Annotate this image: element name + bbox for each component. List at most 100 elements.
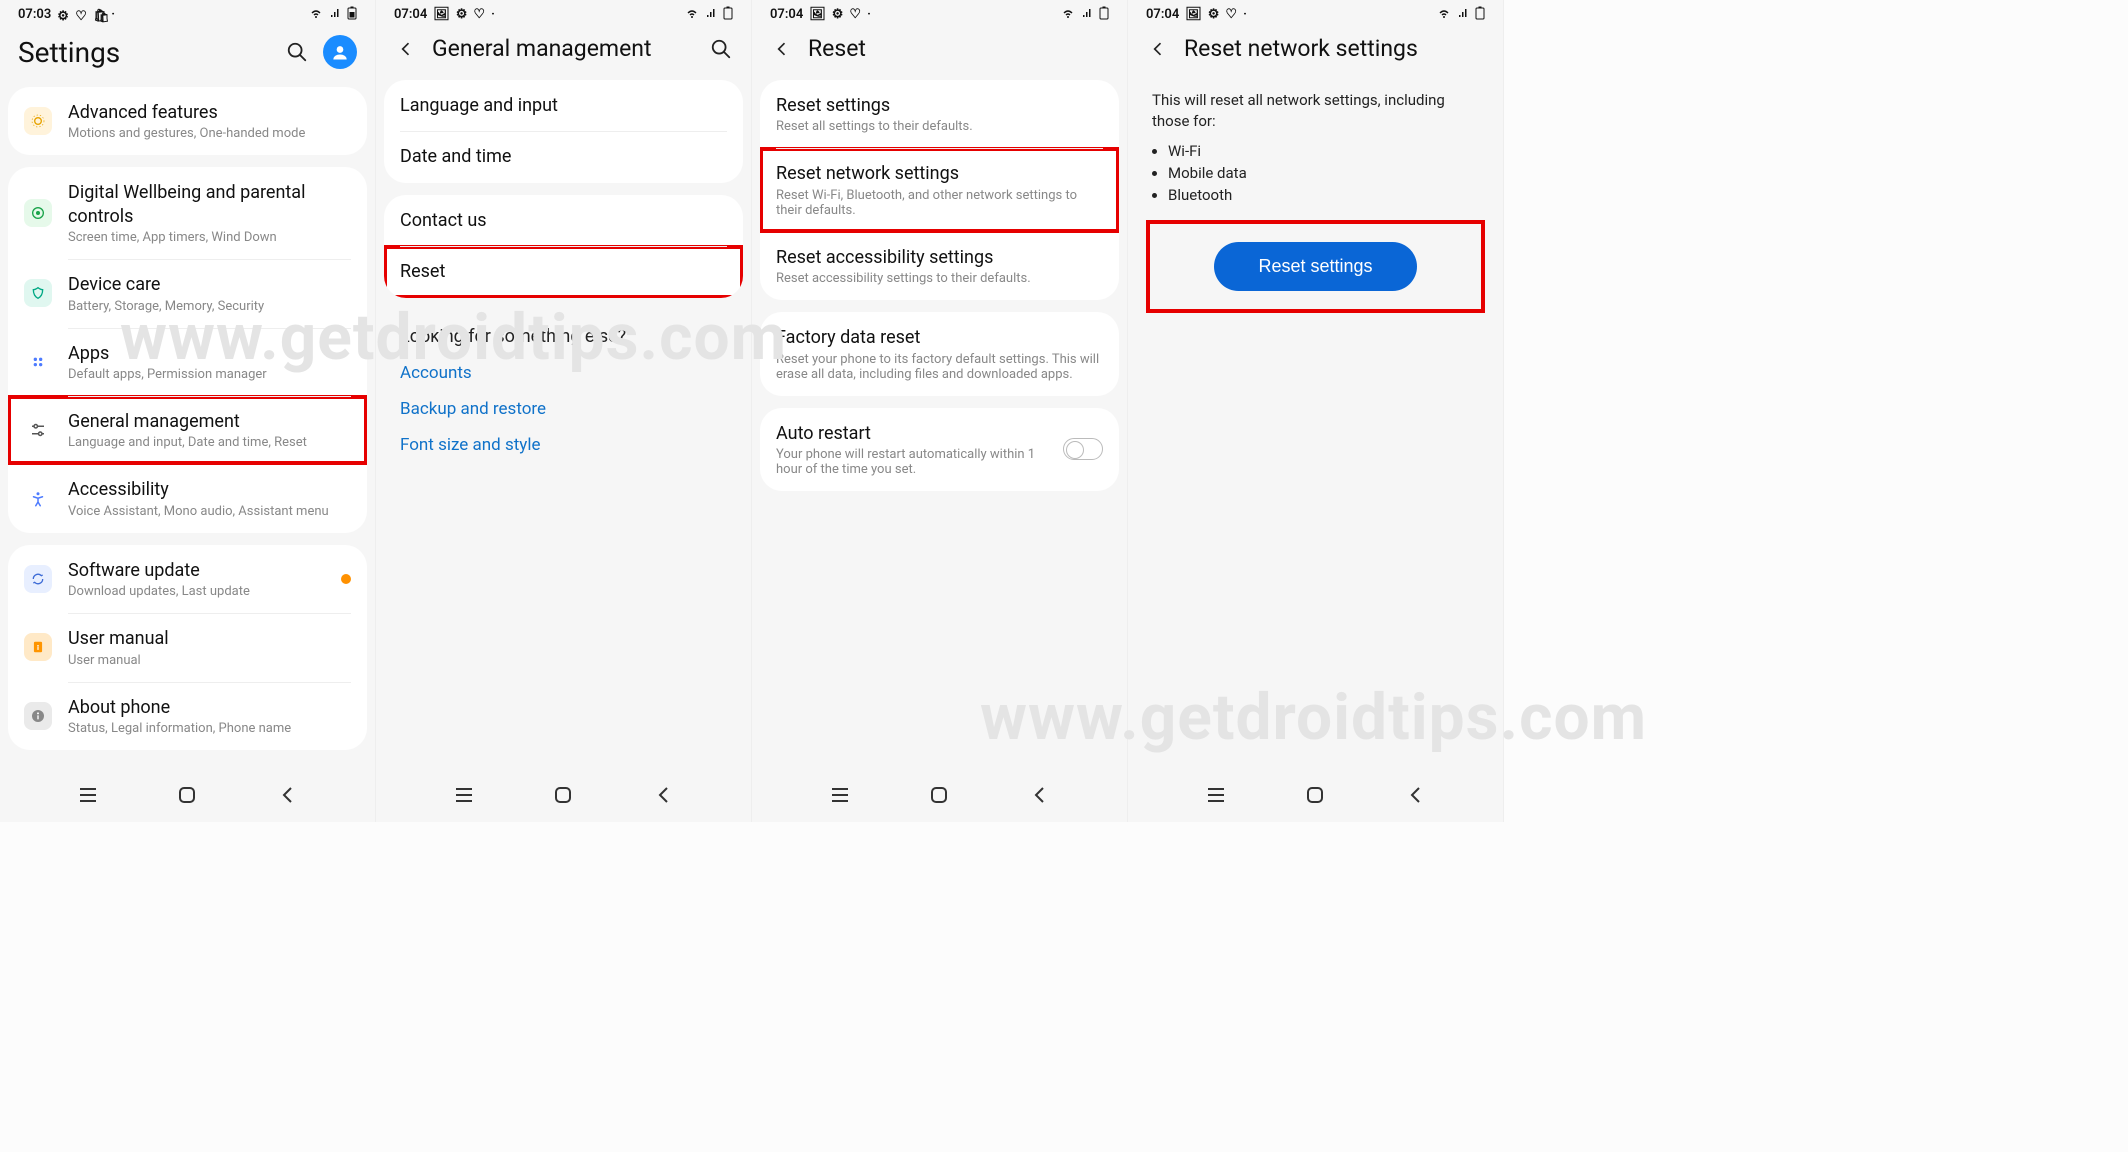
row-auto-restart[interactable]: Auto restart Your phone will restart aut…: [760, 408, 1119, 491]
row-sub: Language and input, Date and time, Reset: [68, 435, 351, 450]
nav-back[interactable]: [1026, 782, 1052, 808]
nav-recents[interactable]: [451, 782, 477, 808]
profile-avatar[interactable]: [323, 35, 357, 69]
wellbeing-icon: [24, 199, 52, 227]
row-title: Accessibility: [68, 478, 351, 501]
signal-icon: [1457, 7, 1469, 22]
phone-reset-network: 07:04 🖼 ⚙ ♡ · Reset network settings Thi…: [1128, 0, 1504, 822]
row-date-time[interactable]: Date and time: [384, 131, 743, 182]
row-factory-reset[interactable]: Factory data reset Reset your phone to i…: [760, 312, 1119, 395]
looking-header: Looking for something else?: [376, 310, 751, 355]
bullet-mobile-data: Mobile data: [1168, 164, 1479, 182]
wifi-icon: [685, 7, 699, 22]
nav-back[interactable]: [650, 782, 676, 808]
row-sub: Status, Legal information, Phone name: [68, 721, 351, 736]
update-icon: [24, 565, 52, 593]
row-title: General management: [68, 410, 351, 433]
row-language-input[interactable]: Language and input: [384, 80, 743, 131]
row-reset-network[interactable]: Reset network settings Reset Wi-Fi, Blue…: [760, 148, 1119, 231]
nav-recents[interactable]: [827, 782, 853, 808]
row-advanced-features[interactable]: Advanced features Motions and gestures, …: [8, 87, 367, 155]
battery-icon: [723, 6, 733, 23]
reset-settings-button[interactable]: Reset settings: [1214, 242, 1416, 291]
row-sub: Motions and gestures, One-handed mode: [68, 126, 351, 141]
phone-settings: 07:03 ⚙ ♡ 🛍 · Settings: [0, 0, 376, 822]
nav-home[interactable]: [1302, 782, 1328, 808]
status-time: 07:04: [1146, 7, 1179, 22]
status-bar: 07:04 🖼 ⚙ ♡ ·: [1128, 0, 1503, 25]
status-time: 07:03: [18, 7, 51, 22]
manual-icon: [24, 633, 52, 661]
card-reset-options: Reset settings Reset all settings to the…: [760, 80, 1119, 300]
row-sub: Voice Assistant, Mono audio, Assistant m…: [68, 504, 351, 519]
nav-recents[interactable]: [75, 782, 101, 808]
nav-back[interactable]: [1402, 782, 1428, 808]
signal-icon: [705, 7, 717, 22]
row-title: Auto restart: [776, 422, 1047, 445]
status-bar: 07:04 🖼 ⚙ ♡ ·: [376, 0, 751, 25]
back-button[interactable]: [394, 37, 418, 61]
signal-icon: [1081, 7, 1093, 22]
link-backup-restore[interactable]: Backup and restore: [376, 391, 751, 427]
back-button[interactable]: [770, 37, 794, 61]
card-auto-restart: Auto restart Your phone will restart aut…: [760, 408, 1119, 491]
page-title: General management: [432, 35, 695, 62]
row-reset[interactable]: Reset: [384, 246, 743, 297]
row-user-manual[interactable]: User manual User manual: [8, 613, 367, 681]
status-bar: 07:04 🖼 ⚙ ♡ ·: [752, 0, 1127, 25]
nav-home[interactable]: [174, 782, 200, 808]
app-bar: Reset: [752, 25, 1127, 80]
row-accessibility[interactable]: Accessibility Voice Assistant, Mono audi…: [8, 464, 367, 532]
row-software-update[interactable]: Software update Download updates, Last u…: [8, 545, 367, 613]
row-title: Language and input: [400, 94, 727, 117]
link-font-size-style[interactable]: Font size and style: [376, 427, 751, 463]
row-general-management[interactable]: General management Language and input, D…: [8, 396, 367, 464]
row-title: Software update: [68, 559, 325, 582]
looking-section: Looking for something else? Accounts Bac…: [376, 310, 751, 463]
nav-home[interactable]: [550, 782, 576, 808]
accessibility-icon: [24, 485, 52, 513]
nav-bar: [0, 766, 375, 822]
heart-mini-icon: ♡: [1225, 7, 1237, 22]
row-title: Device care: [68, 273, 351, 296]
status-time: 07:04: [394, 7, 427, 22]
row-sub: Battery, Storage, Memory, Security: [68, 299, 351, 314]
row-title: Reset network settings: [776, 162, 1103, 185]
nav-recents[interactable]: [1203, 782, 1229, 808]
heart-mini-icon: ♡: [849, 7, 861, 22]
row-sub: Default apps, Permission manager: [68, 367, 351, 382]
page-title: Reset: [808, 35, 1109, 62]
page-title: Reset network settings: [1184, 35, 1485, 62]
row-apps[interactable]: Apps Default apps, Permission manager: [8, 328, 367, 396]
auto-restart-toggle[interactable]: [1063, 438, 1103, 460]
row-about-phone[interactable]: About phone Status, Legal information, P…: [8, 682, 367, 750]
search-button[interactable]: [285, 40, 309, 64]
search-button[interactable]: [709, 37, 733, 61]
wifi-icon: [1437, 7, 1451, 22]
row-contact-us[interactable]: Contact us: [384, 195, 743, 246]
row-device-care[interactable]: Device care Battery, Storage, Memory, Se…: [8, 259, 367, 327]
row-sub: Reset your phone to its factory default …: [776, 352, 1103, 382]
row-title: Advanced features: [68, 101, 351, 124]
about-icon: [24, 702, 52, 730]
image-mini-icon: 🖼: [1185, 7, 1202, 22]
link-accounts[interactable]: Accounts: [376, 355, 751, 391]
card-bottom: Software update Download updates, Last u…: [8, 545, 367, 750]
row-reset-accessibility[interactable]: Reset accessibility settings Reset acces…: [760, 232, 1119, 300]
signal-icon: [329, 7, 341, 22]
nav-bar: [376, 766, 751, 822]
row-digital-wellbeing[interactable]: Digital Wellbeing and parental controls …: [8, 167, 367, 259]
row-sub: Screen time, App timers, Wind Down: [68, 230, 351, 245]
image-mini-icon: 🖼: [809, 7, 826, 22]
battery-icon: [347, 6, 357, 23]
nav-back[interactable]: [274, 782, 300, 808]
nav-home[interactable]: [926, 782, 952, 808]
row-title: Date and time: [400, 145, 727, 168]
image-mini-icon: 🖼: [433, 7, 450, 22]
row-reset-settings[interactable]: Reset settings Reset all settings to the…: [760, 80, 1119, 148]
phone-general-management: 07:04 🖼 ⚙ ♡ · General management Languag…: [376, 0, 752, 822]
row-title: Apps: [68, 342, 351, 365]
back-button[interactable]: [1146, 37, 1170, 61]
card-main: Digital Wellbeing and parental controls …: [8, 167, 367, 532]
card-factory: Factory data reset Reset your phone to i…: [760, 312, 1119, 395]
